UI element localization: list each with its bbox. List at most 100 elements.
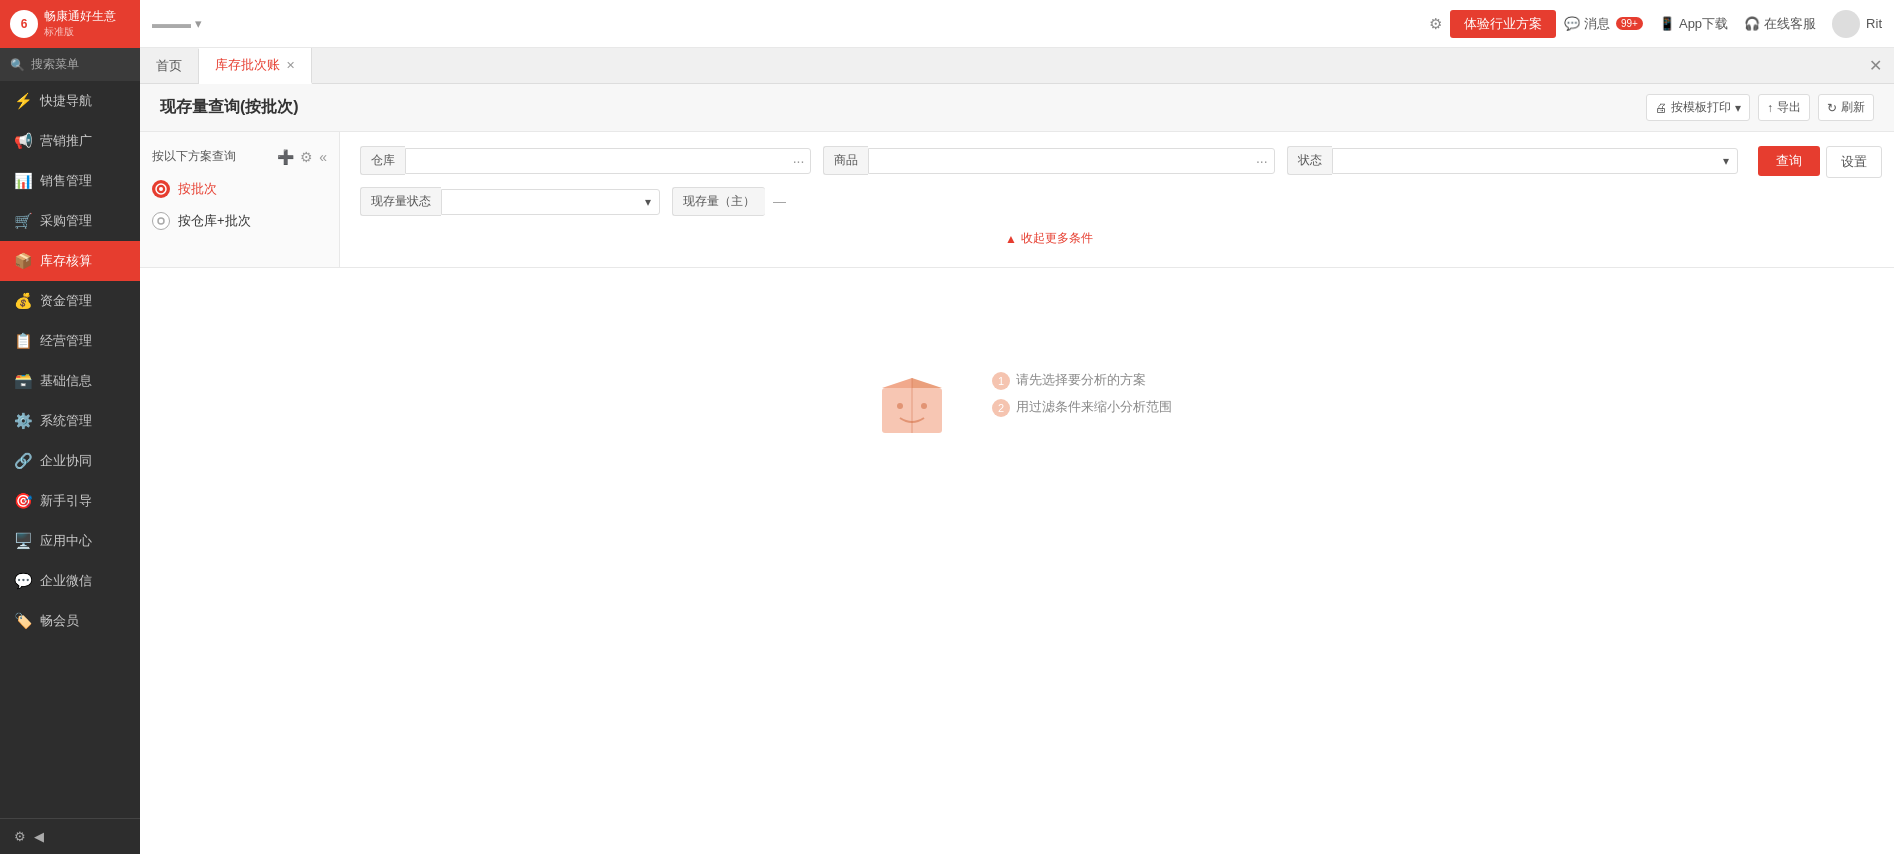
tab-close-icon[interactable]: ✕ (286, 59, 295, 72)
edition-label: 标准版 (44, 25, 116, 39)
basic-icon: 🗃️ (14, 372, 32, 390)
warehouse-input[interactable] (406, 149, 787, 173)
sidebar-item-newbie[interactable]: 🎯 新手引导 (0, 481, 140, 521)
filter-section: 按以下方案查询 ➕ ⚙ « 按批次 (140, 132, 1894, 268)
sidebar-item-basic[interactable]: 🗃️ 基础信息 (0, 361, 140, 401)
user-section[interactable]: Rit (1832, 10, 1882, 38)
search-label: 搜索菜单 (31, 56, 79, 73)
username-label: Rit (1866, 16, 1882, 31)
settings-icon[interactable]: ⚙ (14, 829, 26, 844)
online-service-section[interactable]: 🎧 在线客服 (1744, 15, 1816, 33)
sidebar-footer: ⚙ ◀ (0, 818, 140, 854)
filter-right-area: 仓库 ··· 商品 ··· (340, 132, 1894, 267)
sidebar-item-marketing[interactable]: 📢 营销推广 (0, 121, 140, 161)
status-select[interactable]: ▾ (1332, 148, 1738, 174)
messages-label: 消息 (1584, 15, 1610, 33)
sidebar-item-label: 销售管理 (40, 172, 92, 190)
tab-inventory-batch[interactable]: 库存批次账 ✕ (199, 48, 312, 84)
sidebar-item-wechat[interactable]: 💬 企业微信 (0, 561, 140, 601)
empty-state: 1 请先选择要分析的方案 2 用过滤条件来缩小分析范围 (140, 268, 1894, 528)
qty-dash: — (773, 194, 786, 209)
collapse-sidebar-icon[interactable]: ◀ (34, 829, 44, 844)
chevron-down-icon[interactable]: ▾ (195, 16, 202, 31)
query-button[interactable]: 查询 (1758, 146, 1820, 176)
sidebar-item-label: 企业协同 (40, 452, 92, 470)
page-header: 现存量查询(按批次) 🖨 按模板打印 ▾ ↑ 导出 ↻ 刷新 (140, 84, 1894, 132)
inventory-status-label: 现存量状态 (360, 187, 441, 216)
gear-icon[interactable]: ⚙ (1429, 15, 1442, 33)
action-buttons: 查询 设置 (1758, 132, 1894, 267)
hint-item-2: 2 用过滤条件来缩小分析范围 (992, 398, 1172, 417)
status-label: 状态 (1287, 146, 1332, 175)
scheme-by-batch[interactable]: 按批次 (140, 173, 339, 205)
hint-num-1: 1 (992, 372, 1010, 390)
sidebar-item-label: 新手引导 (40, 492, 92, 510)
product-label: 商品 (823, 146, 868, 175)
marketing-icon: 📢 (14, 132, 32, 150)
tabs-panel-close-btn[interactable]: ✕ (1857, 56, 1894, 75)
settings-button[interactable]: 设置 (1826, 146, 1882, 178)
breadcrumb-text: ▬▬▬ (152, 16, 191, 31)
system-icon: ⚙️ (14, 412, 32, 430)
export-label: 导出 (1777, 99, 1801, 116)
sidebar-item-purchase[interactable]: 🛒 采购管理 (0, 201, 140, 241)
chevron-up-icon: ▲ (1005, 232, 1017, 246)
page-header-actions: 🖨 按模板打印 ▾ ↑ 导出 ↻ 刷新 (1646, 94, 1874, 121)
finance-icon: 💰 (14, 292, 32, 310)
svg-point-6 (921, 403, 927, 409)
tab-home-label: 首页 (156, 57, 182, 75)
sidebar-item-label: 库存核算 (40, 252, 92, 270)
print-dropdown-icon[interactable]: ▾ (1735, 101, 1741, 115)
svg-point-5 (897, 403, 903, 409)
topbar: ▬▬▬ ▾ ⚙ 体验行业方案 💬 消息 99+ 📱 App下载 🎧 在线客服 R… (140, 0, 1894, 48)
print-label: 按模板打印 (1671, 99, 1731, 116)
sidebar: 6 畅康通好生意 标准版 🔍 搜索菜单 ⚡ 快捷导航 📢 营销推广 📊 销售管理… (0, 0, 140, 854)
empty-state-inner: 1 请先选择要分析的方案 2 用过滤条件来缩小分析范围 (862, 348, 1172, 448)
shortcut-icon: ⚡ (14, 92, 32, 110)
add-scheme-icon[interactable]: ➕ (277, 149, 294, 165)
main-area: ▬▬▬ ▾ ⚙ 体验行业方案 💬 消息 99+ 📱 App下载 🎧 在线客服 R… (140, 0, 1894, 854)
sidebar-header: 6 畅康通好生意 标准版 (0, 0, 140, 48)
collapse-more-btn[interactable]: ▲ 收起更多条件 (360, 224, 1738, 253)
sidebar-item-finance[interactable]: 💰 资金管理 (0, 281, 140, 321)
scheme-inactive-icon (152, 212, 170, 230)
sidebar-search[interactable]: 🔍 搜索菜单 (0, 48, 140, 81)
svg-point-2 (158, 218, 164, 224)
product-dots-btn[interactable]: ··· (1250, 153, 1274, 169)
hint-num-2: 2 (992, 399, 1010, 417)
apps-icon: 🖥️ (14, 532, 32, 550)
settings-scheme-icon[interactable]: ⚙ (300, 149, 313, 165)
inventory-status-select[interactable]: ▾ (441, 189, 660, 215)
filter-actions: ➕ ⚙ « (277, 149, 327, 165)
sidebar-item-apps[interactable]: 🖥️ 应用中心 (0, 521, 140, 561)
scheme-by-warehouse-batch[interactable]: 按仓库+批次 (140, 205, 339, 237)
inventory-status-chevron-icon: ▾ (645, 195, 651, 209)
experience-btn[interactable]: 体验行业方案 (1450, 10, 1556, 38)
collapse-filter-icon[interactable]: « (319, 149, 327, 165)
filter-field-warehouse: 仓库 ··· (360, 146, 811, 175)
sidebar-item-label: 基础信息 (40, 372, 92, 390)
scheme-by-batch-label: 按批次 (178, 180, 217, 198)
app-logo: 6 (10, 10, 38, 38)
sidebar-item-operations[interactable]: 📋 经营管理 (0, 321, 140, 361)
warehouse-dots-btn[interactable]: ··· (787, 153, 811, 169)
sidebar-item-sales[interactable]: 📊 销售管理 (0, 161, 140, 201)
company-name: 畅康通好生意 (44, 9, 116, 25)
sidebar-item-system[interactable]: ⚙️ 系统管理 (0, 401, 140, 441)
sidebar-item-shortcut[interactable]: ⚡ 快捷导航 (0, 81, 140, 121)
sidebar-item-enterprise[interactable]: 🔗 企业协同 (0, 441, 140, 481)
refresh-btn[interactable]: ↻ 刷新 (1818, 94, 1874, 121)
messages-section[interactable]: 💬 消息 99+ (1564, 15, 1643, 33)
sidebar-item-label: 应用中心 (40, 532, 92, 550)
app-download-section[interactable]: 📱 App下载 (1659, 15, 1728, 33)
sidebar-item-inventory[interactable]: 📦 库存核算 (0, 241, 140, 281)
app-download-label: App下载 (1679, 15, 1728, 33)
sidebar-item-label: 采购管理 (40, 212, 92, 230)
product-input-wrapper: ··· (868, 148, 1274, 174)
product-input[interactable] (869, 149, 1250, 173)
export-btn[interactable]: ↑ 导出 (1758, 94, 1810, 121)
tab-home[interactable]: 首页 (140, 49, 199, 83)
sidebar-item-member[interactable]: 🏷️ 畅会员 (0, 601, 140, 641)
print-by-template-btn[interactable]: 🖨 按模板打印 ▾ (1646, 94, 1750, 121)
avatar (1832, 10, 1860, 38)
